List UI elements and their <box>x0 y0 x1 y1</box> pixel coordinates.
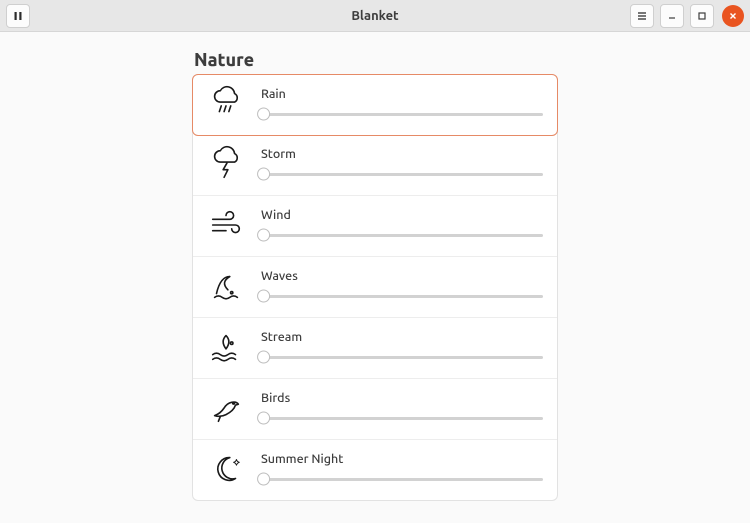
sound-label: Waves <box>261 269 543 283</box>
sound-row-summer-night[interactable]: Summer Night <box>193 439 557 500</box>
sound-row-stream[interactable]: Stream <box>193 317 557 378</box>
sound-label: Birds <box>261 391 543 405</box>
rain-icon <box>205 83 247 125</box>
wind-icon <box>205 204 247 246</box>
slider-thumb[interactable] <box>257 351 270 364</box>
waves-icon <box>205 265 247 307</box>
titlebar: Blanket <box>0 0 750 32</box>
moon-icon <box>205 448 247 490</box>
slider-thumb[interactable] <box>257 290 270 303</box>
volume-slider-rain[interactable] <box>261 107 543 121</box>
volume-slider-summer-night[interactable] <box>261 472 543 486</box>
slider-thumb[interactable] <box>257 168 270 181</box>
sound-row-birds[interactable]: Birds <box>193 378 557 439</box>
hamburger-menu-button[interactable] <box>630 4 654 28</box>
slider-thumb[interactable] <box>257 108 270 121</box>
volume-slider-birds[interactable] <box>261 411 543 425</box>
sound-list: Rain Storm <box>192 74 558 501</box>
storm-icon <box>205 143 247 185</box>
slider-thumb[interactable] <box>257 473 270 486</box>
close-button[interactable] <box>722 5 744 27</box>
section-nature: Nature Rain <box>192 50 558 501</box>
sound-row-waves[interactable]: Waves <box>193 256 557 317</box>
section-title: Nature <box>194 50 558 70</box>
volume-slider-stream[interactable] <box>261 350 543 364</box>
sound-label: Wind <box>261 208 543 222</box>
bird-icon <box>205 387 247 429</box>
minimize-button[interactable] <box>660 4 684 28</box>
slider-thumb[interactable] <box>257 229 270 242</box>
volume-slider-waves[interactable] <box>261 289 543 303</box>
stream-icon <box>205 326 247 368</box>
sound-label: Summer Night <box>261 452 543 466</box>
maximize-button[interactable] <box>690 4 714 28</box>
sound-row-storm[interactable]: Storm <box>193 135 557 195</box>
slider-thumb[interactable] <box>257 412 270 425</box>
volume-slider-storm[interactable] <box>261 167 543 181</box>
pause-button[interactable] <box>6 4 30 28</box>
sound-row-rain[interactable]: Rain <box>192 74 558 136</box>
sound-label: Rain <box>261 87 543 101</box>
sound-row-wind[interactable]: Wind <box>193 195 557 256</box>
sound-label: Storm <box>261 147 543 161</box>
sound-label: Stream <box>261 330 543 344</box>
volume-slider-wind[interactable] <box>261 228 543 242</box>
content-area: Nature Rain <box>0 32 750 523</box>
